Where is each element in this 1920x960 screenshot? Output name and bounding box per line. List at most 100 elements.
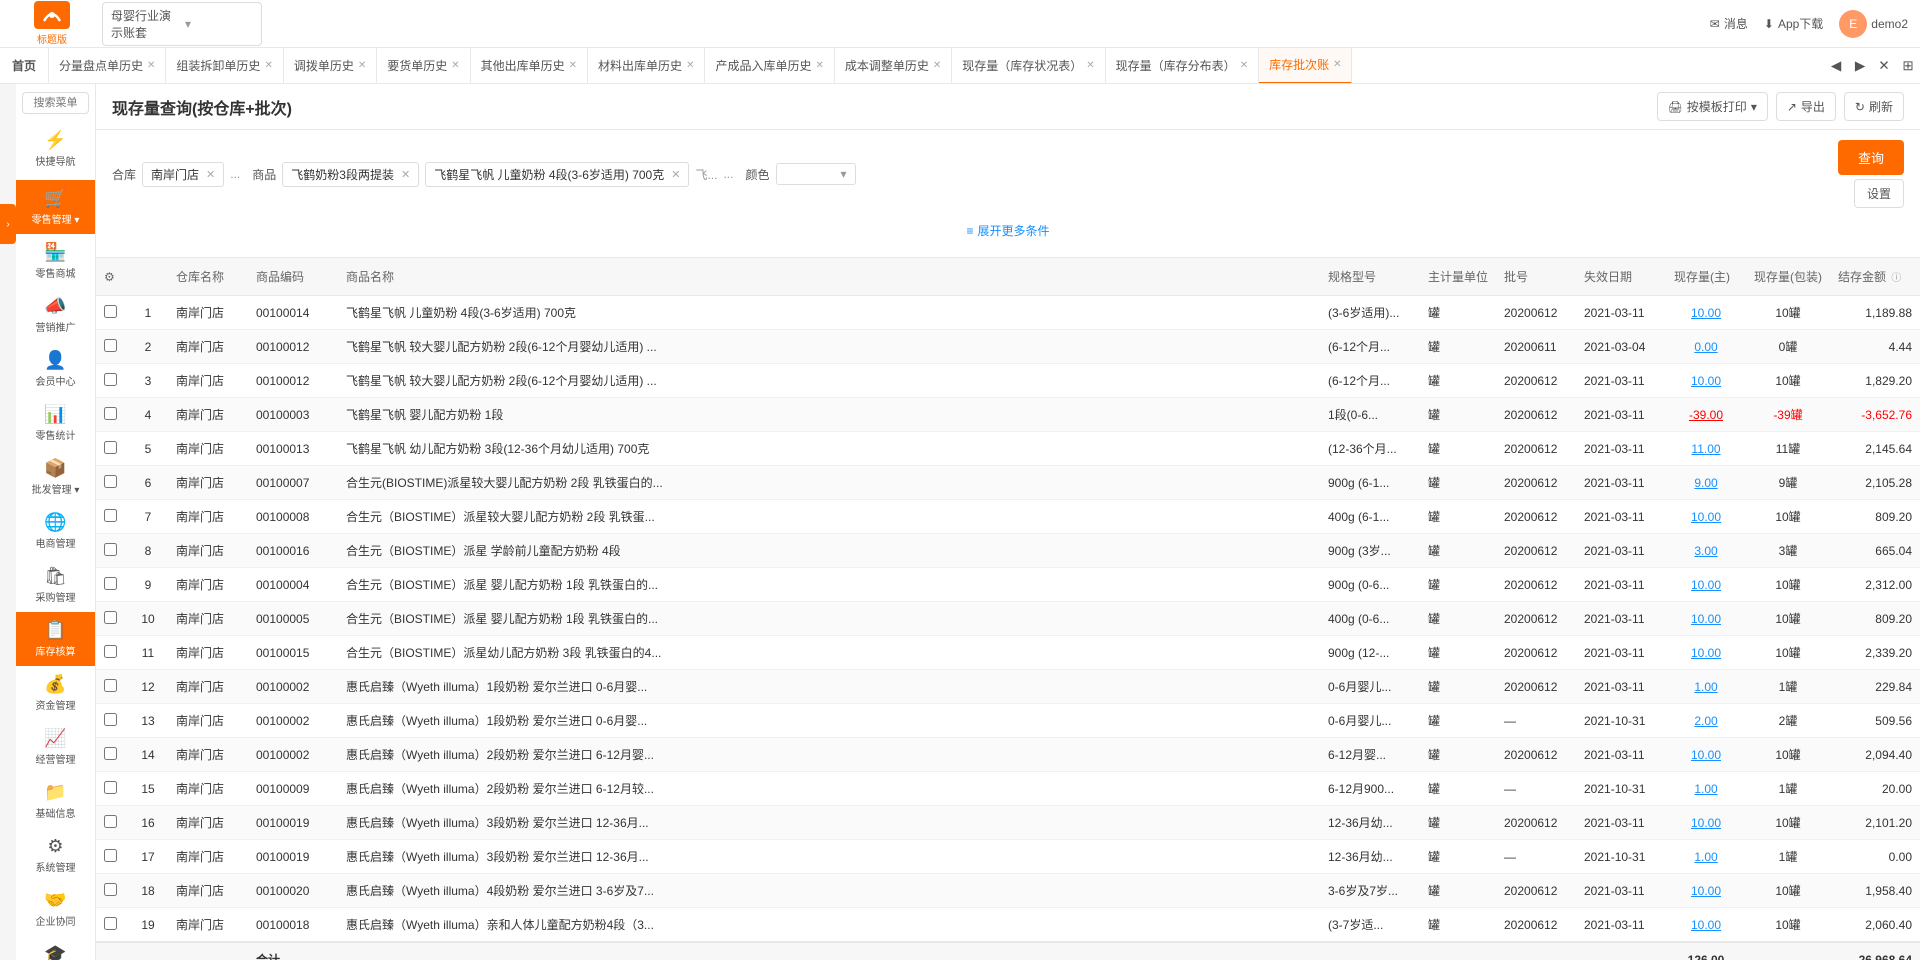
sidebar-item-stock-check[interactable]: 📋 库存核算 [16,612,95,666]
tab-close-require[interactable]: ✕ [451,60,459,71]
sidebar-search-input[interactable] [22,92,89,114]
query-btn[interactable]: 查询 [1838,140,1904,175]
tab-close-stock-status[interactable]: ✕ [1086,60,1094,71]
product-tag-2[interactable]: 飞鹤星飞帆 儿童奶粉 4段(3-6岁适用) 700克 ✕ [425,162,689,187]
cell-stock-main[interactable]: -39.00 [1666,398,1746,432]
stock-main-link[interactable]: 10.00 [1691,578,1721,592]
warehouse-filter-more[interactable]: ... [230,167,240,181]
balance-info-icon[interactable]: ⓘ [1891,273,1901,284]
row-checkbox[interactable] [104,339,117,352]
cell-stock-main[interactable]: 10.00 [1666,738,1746,772]
tab-home[interactable]: 首页 [0,48,49,84]
cell-stock-main[interactable]: 1.00 [1666,670,1746,704]
stock-main-link[interactable]: 11.00 [1691,442,1720,456]
sidebar-item-retail-mgmt[interactable]: 🛒 零售管理 ▾ [16,180,95,234]
row-checkbox[interactable] [104,407,117,420]
sidebar-item-marketing[interactable]: 📣 营销推广 [16,288,95,342]
row-checkbox[interactable] [104,509,117,522]
sidebar-item-enterprise-collab[interactable]: 🤝 企业协同 [16,882,95,936]
row-checkbox[interactable] [104,849,117,862]
refresh-btn[interactable]: ↻ 刷新 [1844,92,1904,121]
tab-close-all-btn[interactable]: ✕ [1872,48,1896,84]
sidebar-item-quick-nav[interactable]: ⚡ 快捷导航 [16,122,95,176]
row-checkbox[interactable] [104,781,117,794]
tab-close-material-out[interactable]: ✕ [686,60,694,71]
cell-stock-main[interactable]: 9.00 [1666,466,1746,500]
sidebar-item-finance[interactable]: 💰 资金管理 [16,666,95,720]
user-area[interactable]: E demo2 [1839,10,1908,38]
row-checkbox[interactable] [104,883,117,896]
sidebar-item-system-mgmt[interactable]: ⚙ 系统管理 [16,828,95,882]
cell-stock-main[interactable]: 10.00 [1666,296,1746,330]
row-checkbox[interactable] [104,305,117,318]
cell-stock-main[interactable]: 10.00 [1666,908,1746,943]
tab-close-stock-dist[interactable]: ✕ [1240,60,1248,71]
col-header-settings[interactable]: ⚙ [96,258,128,296]
stock-main-link[interactable]: -39.00 [1689,408,1723,422]
tab-close-ungroup[interactable]: ✕ [264,60,272,71]
stock-main-link[interactable]: 1.00 [1694,680,1717,694]
cell-stock-main[interactable]: 1.00 [1666,840,1746,874]
tab-close-product-in[interactable]: ✕ [815,60,823,71]
color-select[interactable]: ▾ [776,163,856,185]
tab-prev-btn[interactable]: ◀ [1824,48,1848,84]
row-checkbox[interactable] [104,713,117,726]
row-checkbox[interactable] [104,645,117,658]
row-checkbox[interactable] [104,475,117,488]
cell-stock-main[interactable]: 1.00 [1666,772,1746,806]
stock-main-link[interactable]: 10.00 [1691,510,1721,524]
product-tag-1-close[interactable]: ✕ [401,168,410,181]
tab-close-transfer[interactable]: ✕ [358,60,366,71]
cell-stock-main[interactable]: 10.00 [1666,364,1746,398]
sidebar-item-ecommerce[interactable]: 🌐 电商管理 [16,504,95,558]
tab-split-history[interactable]: 分量盘点单历史 ✕ [49,48,166,84]
tab-stock-dist[interactable]: 现存量（库存分布表） ✕ [1106,48,1259,84]
stock-main-link[interactable]: 10.00 [1691,374,1721,388]
row-checkbox[interactable] [104,611,117,624]
row-checkbox[interactable] [104,815,117,828]
app-download-btn[interactable]: ⬇ App下载 [1764,15,1823,32]
sidebar-item-operations[interactable]: 📈 经营管理 [16,720,95,774]
tab-close-cost-adjust[interactable]: ✕ [933,60,941,71]
sidebar-item-wholesale[interactable]: 📦 批发管理 ▾ [16,450,95,504]
sidebar-item-new-guide[interactable]: 🎓 新手引导 [16,936,95,960]
product-tag-1[interactable]: 飞鹤奶粉3段两提装 ✕ [282,162,419,187]
stock-main-link[interactable]: 2.00 [1694,714,1717,728]
stock-main-link[interactable]: 10.00 [1691,884,1721,898]
cell-stock-main[interactable]: 11.00 [1666,432,1746,466]
query-settings-btn[interactable]: 设置 [1854,179,1904,208]
sidebar-toggle[interactable]: › [0,204,16,244]
row-checkbox[interactable] [104,917,117,930]
tab-next-btn[interactable]: ▶ [1848,48,1872,84]
tab-close-other-out[interactable]: ✕ [569,60,577,71]
stock-main-link[interactable]: 10.00 [1691,918,1721,932]
export-btn[interactable]: ↗ 导出 [1776,92,1836,121]
expand-conditions-btn[interactable]: ≡ 展开更多条件 [966,222,1049,239]
tab-product-in-history[interactable]: 产成品入库单历史 ✕ [705,48,834,84]
product-filter-more1[interactable]: 飞... [695,166,717,183]
row-checkbox[interactable] [104,441,117,454]
stock-main-link[interactable]: 10.00 [1691,748,1721,762]
row-checkbox[interactable] [104,543,117,556]
cell-stock-main[interactable]: 10.00 [1666,568,1746,602]
tab-close-split[interactable]: ✕ [147,60,155,71]
stock-main-link[interactable]: 10.00 [1691,816,1721,830]
row-checkbox[interactable] [104,747,117,760]
sidebar-item-retail-stats[interactable]: 📊 零售统计 [16,396,95,450]
warehouse-tag-close[interactable]: ✕ [206,168,215,181]
sidebar-item-retail-store[interactable]: 🏪 零售商城 [16,234,95,288]
stock-main-link[interactable]: 10.00 [1691,646,1721,660]
product-tag-2-close[interactable]: ✕ [671,168,680,181]
sidebar-item-purchase[interactable]: 🛍 采购管理 [16,558,95,612]
stock-main-link[interactable]: 1.00 [1694,782,1717,796]
stock-main-link[interactable]: 0.00 [1694,340,1717,354]
cell-stock-main[interactable]: 10.00 [1666,806,1746,840]
message-btn[interactable]: ✉ 消息 [1710,15,1748,32]
tab-stock-status[interactable]: 现存量（库存状况表） ✕ [952,48,1105,84]
cell-stock-main[interactable]: 10.00 [1666,500,1746,534]
sidebar-item-basic-info[interactable]: 📁 基础信息 [16,774,95,828]
row-checkbox[interactable] [104,679,117,692]
cell-stock-main[interactable]: 10.00 [1666,602,1746,636]
cell-stock-main[interactable]: 0.00 [1666,330,1746,364]
tab-ungroup-history[interactable]: 组装拆卸单历史 ✕ [166,48,283,84]
